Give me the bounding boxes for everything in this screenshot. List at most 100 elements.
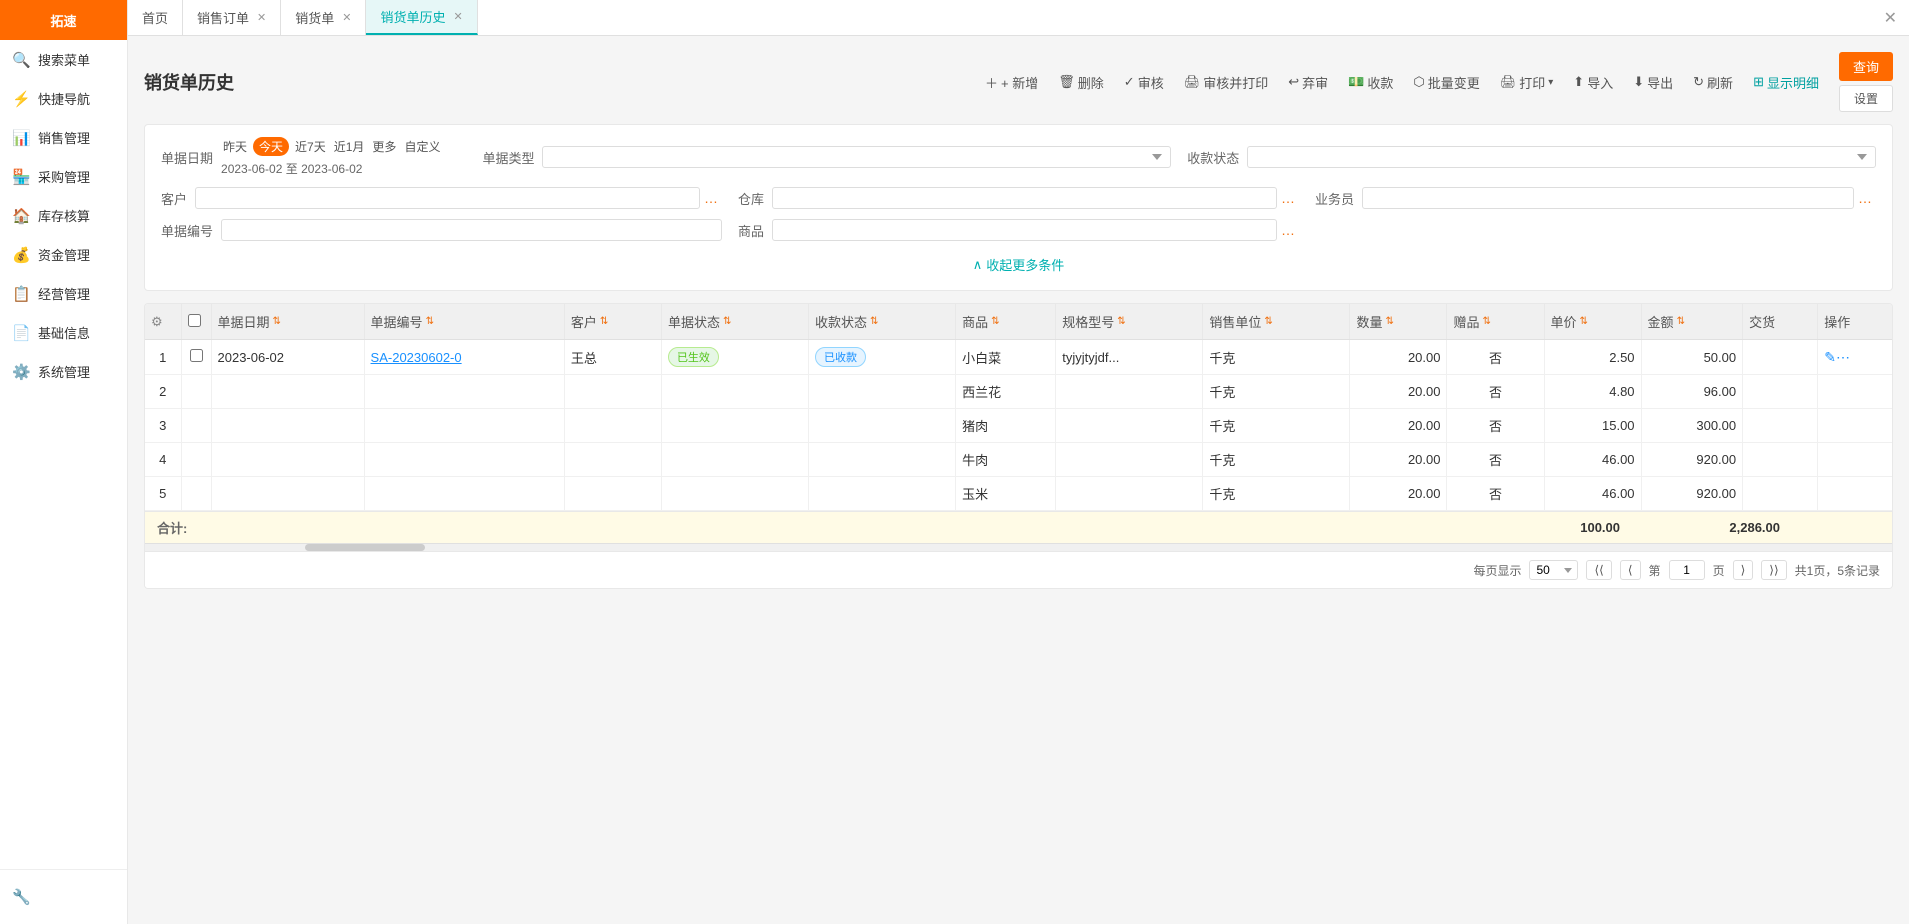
date-tab-yesterday[interactable]: 昨天 [221,138,249,155]
edit-icon[interactable]: ✎ [1824,349,1836,365]
sidebar-item-operations[interactable]: 📋 经营管理 [0,274,127,313]
salesperson-input[interactable] [1362,187,1854,209]
sort-spec[interactable]: 规格型号 ⇅ [1062,312,1196,331]
more-icon[interactable]: ⋯ [1836,349,1850,365]
select-all-checkbox[interactable] [188,314,201,327]
warehouse-dots-btn[interactable]: … [1277,190,1299,206]
row-qty: 20.00 [1350,477,1447,511]
sort-customer[interactable]: 客户 ⇅ [571,312,655,331]
th-gift: 赠品 ⇅ [1447,304,1544,340]
sidebar-item-quick-nav[interactable]: ⚡ 快捷导航 [0,79,127,118]
tab-sales-order[interactable]: 销售订单 ✕ [183,0,281,35]
filter-doc-no: 单据编号 [161,219,722,241]
sort-qty[interactable]: 数量 ⇅ [1356,312,1440,331]
sort-doc-date[interactable]: 单据日期 ⇅ [218,312,358,331]
date-tab-custom[interactable]: 自定义 [402,138,442,155]
doc-type-select[interactable] [542,146,1171,168]
date-tab-more[interactable]: 更多 [370,138,398,155]
customer-dots-btn[interactable]: … [700,190,722,206]
row-unit: 千克 [1203,340,1350,375]
footer-label: 合计: [157,518,187,537]
warehouse-input[interactable] [772,187,1277,209]
sort-goods[interactable]: 商品 ⇅ [962,312,1049,331]
goods-dots-btn[interactable]: … [1277,222,1299,238]
delete-button[interactable]: 🗑 删除 [1050,69,1112,96]
new-button[interactable]: ＋ + 新增 [977,69,1046,96]
tab-sales-delivery[interactable]: 销货单 ✕ [281,0,366,35]
row-trade [1743,409,1818,443]
page-last-button[interactable]: ⟩⟩ [1761,560,1786,580]
sidebar-item-inventory[interactable]: 🏠 库存核算 [0,196,127,235]
row-spec [1056,477,1203,511]
refresh-button[interactable]: ↻ 刷新 [1685,69,1741,96]
tab-sales-history-close[interactable]: ✕ [454,10,463,23]
row-payment-status [809,375,956,409]
row-doc-no [364,443,564,477]
table-row: 12023-06-02SA-20230602-0王总已生效已收款小白菜tyjyj… [145,340,1892,375]
tab-bar: 首页 销售订单 ✕ 销货单 ✕ 销货单历史 ✕ ✕ [128,0,1909,36]
page-first-button[interactable]: ⟨⟨ [1586,560,1611,580]
audit-print-button[interactable]: 🖨 审核并打印 [1176,69,1277,96]
date-tab-1month[interactable]: 近1月 [332,138,367,155]
settings-button[interactable]: 设置 [1839,85,1893,112]
sort-payment-status[interactable]: 收款状态 ⇅ [815,312,949,331]
customer-input[interactable] [195,187,700,209]
sort-doc-status[interactable]: 单据状态 ⇅ [668,312,802,331]
row-trade [1743,443,1818,477]
page-number-input[interactable] [1669,560,1705,580]
sort-amount[interactable]: 金额 ⇅ [1648,312,1737,331]
row-unit-price: 4.80 [1544,375,1641,409]
sidebar-item-system-mgmt[interactable]: ⚙️ 系统管理 [0,352,127,391]
date-tab-7days[interactable]: 近7天 [293,138,328,155]
collapse-button[interactable]: ∧ 收起更多条件 [161,251,1876,278]
row-spec [1056,443,1203,477]
th-amount: 金额 ⇅ [1641,304,1743,340]
page-header: 销货单历史 ＋ + 新增 🗑 删除 ✓ 审核 [144,52,1893,112]
page-next-button[interactable]: ⟩ [1733,560,1754,580]
salesperson-dots-btn[interactable]: … [1854,190,1876,206]
sort-unit[interactable]: 销售单位 ⇅ [1209,312,1343,331]
abandon-button[interactable]: ↩ 弃审 [1280,69,1336,96]
doc-no-input[interactable] [221,219,722,241]
date-tab-today[interactable]: 今天 [253,137,289,156]
sidebar-item-search-menu[interactable]: 🔍 搜索菜单 [0,40,127,79]
scroll-bar-thumb[interactable] [305,544,425,551]
tab-sales-order-close[interactable]: ✕ [257,11,266,24]
table-scrollbar[interactable] [145,543,1892,551]
row-goods: 小白菜 [956,340,1056,375]
doc-no-label: 单据编号 [161,221,213,240]
batch-change-button[interactable]: ⬡ 批量变更 [1405,69,1487,96]
batch-icon: ⬡ [1413,74,1424,90]
sidebar-item-finance[interactable]: 💰 资金管理 [0,235,127,274]
per-page-label: 每页显示 [1473,562,1521,579]
import-button[interactable]: ⬆ 导入 [1565,69,1621,96]
tab-bar-close-all[interactable]: ✕ [1872,8,1909,28]
date-range: 2023-06-02 至 2023-06-02 [221,160,442,177]
table-settings-icon[interactable]: ⚙ [151,314,163,330]
sidebar-item-purchase-mgmt[interactable]: 🏪 采购管理 [0,157,127,196]
print-button[interactable]: 🖨 打印 ▾ [1492,69,1562,96]
export-button[interactable]: ⬇ 导出 [1625,69,1681,96]
sort-unit-price[interactable]: 单价 ⇅ [1551,312,1635,331]
tab-home[interactable]: 首页 [128,0,183,35]
row-gift: 否 [1447,409,1544,443]
sort-gift[interactable]: 赠品 ⇅ [1453,312,1537,331]
per-page-select[interactable]: 50 100 [1529,560,1578,580]
row-checkbox [181,477,211,511]
payment-status-select[interactable] [1247,146,1876,168]
sidebar-item-sales-mgmt[interactable]: 📊 销售管理 [0,118,127,157]
query-button[interactable]: 查询 [1839,52,1893,81]
sidebar-item-basic-info[interactable]: 📄 基础信息 [0,313,127,352]
row-amount: 50.00 [1641,340,1743,375]
sidebar-bottom-item-1[interactable]: 🔧 [0,878,127,916]
tab-sales-delivery-close[interactable]: ✕ [342,11,351,24]
audit-button[interactable]: ✓ 审核 [1116,69,1172,96]
tab-sales-history[interactable]: 销货单历史 ✕ [366,0,477,35]
goods-input[interactable] [772,219,1277,241]
sort-doc-no[interactable]: 单据编号 ⇅ [371,312,558,331]
sort-icon-goods: ⇅ [991,316,999,327]
page-prev-button[interactable]: ⟨ [1620,560,1641,580]
collect-button[interactable]: 💵 收款 [1340,69,1401,96]
row-amount: 920.00 [1641,443,1743,477]
show-detail-button[interactable]: ⊞ 显示明细 [1745,69,1827,96]
